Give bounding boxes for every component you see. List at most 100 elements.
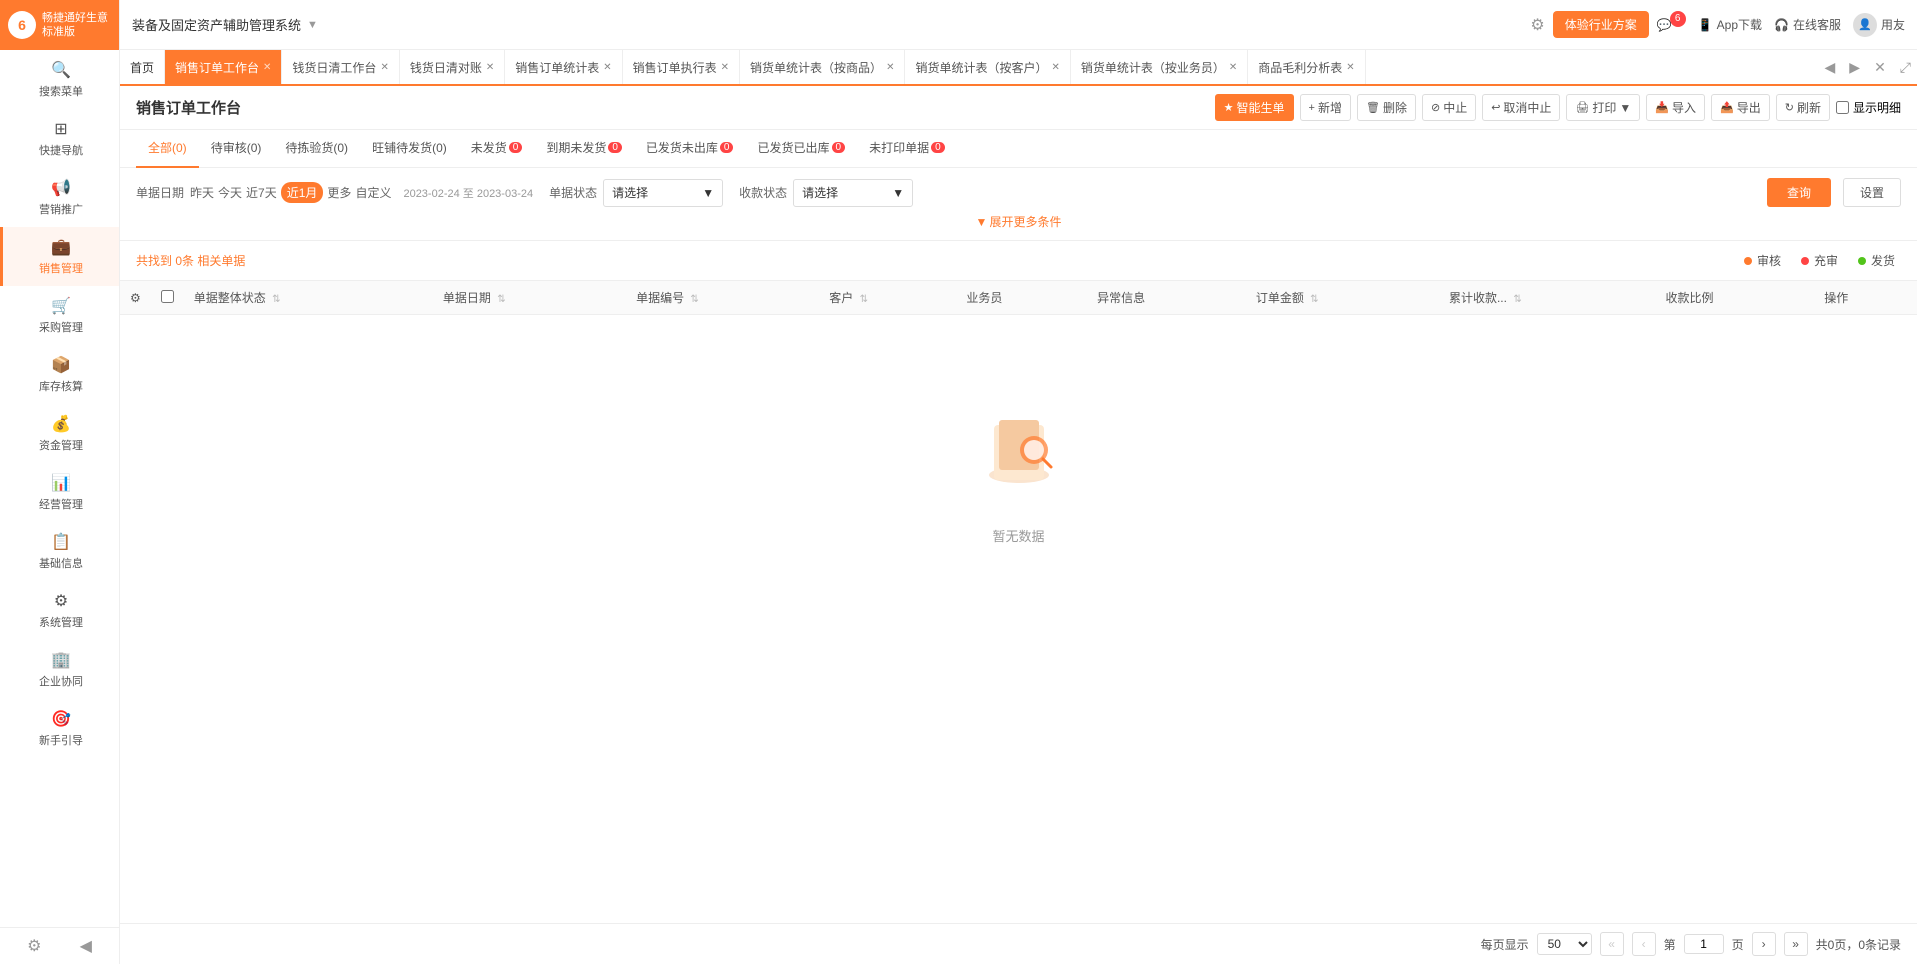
last-page-btn[interactable]: » — [1784, 932, 1808, 956]
sidebar-item-operations[interactable]: 📊 经营管理 — [0, 463, 119, 522]
delete-btn[interactable]: 🗑 删除 — [1357, 94, 1416, 121]
tab-close-icon[interactable]: ✕ — [380, 62, 388, 73]
import-btn[interactable]: 📥 导入 — [1646, 94, 1705, 121]
page-input[interactable] — [1684, 934, 1724, 954]
tab-close-icon[interactable]: ✕ — [263, 62, 271, 73]
tab-maximize-btn[interactable]: ⤢ — [1894, 50, 1917, 85]
first-page-btn[interactable]: « — [1600, 932, 1624, 956]
7days-btn[interactable]: 近7天 — [246, 184, 277, 201]
col-collected[interactable]: 累计收款... ⇅ — [1439, 281, 1655, 315]
date-search-item: 单据日期 昨天 今天 近7天 近1月 更多 自定义 2023-02-24 至 2… — [136, 182, 533, 203]
online-service-btn[interactable]: 🎧 在线客服 — [1774, 16, 1841, 33]
unreviewed-action-btn[interactable]: 充审 — [1795, 249, 1844, 272]
settings-bottom-btn[interactable]: ⚙ — [27, 936, 41, 956]
export-btn[interactable]: 📤 导出 — [1711, 94, 1770, 121]
prev-page-btn[interactable]: ‹ — [1632, 932, 1656, 956]
tab-sales-stats-product[interactable]: 销货单统计表（按商品） ✕ — [740, 50, 905, 85]
show-detail-input[interactable] — [1836, 101, 1849, 114]
sidebar-item-basic[interactable]: 📋 基础信息 — [0, 522, 119, 581]
industry-btn[interactable]: 体验行业方案 — [1553, 11, 1649, 38]
filter-tab-shipped-not-out[interactable]: 已发货未出库 0 — [634, 130, 746, 168]
per-page-label: 每页显示 — [1481, 936, 1529, 953]
sidebar-item-enterprise[interactable]: 🏢 企业协同 — [0, 640, 119, 699]
set-btn[interactable]: 设置 — [1843, 178, 1901, 207]
tab-close-icon[interactable]: ✕ — [1229, 62, 1237, 73]
logo-icon: 6 — [8, 11, 36, 39]
sort-icon: ⇅ — [272, 294, 280, 305]
table-header-row: ⚙ 单据整体状态 ⇅ 单据日期 ⇅ 单据编号 ⇅ — [120, 281, 1917, 315]
tab-sales-stats-staff[interactable]: 销货单统计表（按业务员） ✕ — [1071, 50, 1248, 85]
per-page-select[interactable]: 50 100 200 — [1537, 933, 1592, 955]
more-btn[interactable]: 更多 — [327, 184, 351, 201]
query-btn[interactable]: 查询 — [1767, 178, 1831, 207]
refresh-btn[interactable]: ↻ 刷新 — [1776, 94, 1830, 121]
tab-close-icon[interactable]: ✕ — [1346, 62, 1354, 73]
show-detail-checkbox[interactable]: 显示明细 — [1836, 99, 1901, 116]
tab-prev-btn[interactable]: ◀ — [1819, 50, 1842, 85]
basic-icon: 📋 — [51, 532, 71, 552]
custom-btn[interactable]: 自定义 — [355, 184, 391, 201]
tab-close-icon[interactable]: ✕ — [486, 62, 494, 73]
sidebar-item-search[interactable]: 🔍 搜索菜单 — [0, 50, 119, 109]
col-checkbox — [151, 281, 184, 315]
message-btn[interactable]: 💬 6 — [1657, 17, 1686, 33]
expand-btn[interactable]: ▼ 展开更多条件 — [976, 213, 1062, 230]
tab-close-icon[interactable]: ✕ — [603, 62, 611, 73]
filter-tab-wangpu[interactable]: 旺铺待发货 (0) — [360, 130, 459, 168]
filter-tab-not-printed[interactable]: 未打印单据 0 — [857, 130, 957, 168]
tab-close-all-btn[interactable]: ✕ — [1868, 50, 1892, 85]
sidebar-item-purchase[interactable]: 🛒 采购管理 — [0, 286, 119, 345]
col-date[interactable]: 单据日期 ⇅ — [433, 281, 626, 315]
user-btn[interactable]: 👤 用友 — [1853, 13, 1905, 37]
app-download-btn[interactable]: 📱 App下载 — [1698, 16, 1762, 33]
tab-sales-order-stats[interactable]: 销售订单统计表 ✕ — [505, 50, 622, 85]
today-btn[interactable]: 今天 — [218, 184, 242, 201]
sidebar-item-system[interactable]: ⚙ 系统管理 — [0, 581, 119, 640]
col-customer[interactable]: 客户 ⇅ — [819, 281, 956, 315]
col-number[interactable]: 单据编号 ⇅ — [626, 281, 819, 315]
collapse-btn[interactable]: ◀ — [80, 936, 92, 956]
add-btn[interactable]: + 新增 — [1300, 94, 1351, 121]
filter-tab-expired[interactable]: 到期未发货 0 — [534, 130, 634, 168]
stop-btn[interactable]: ⊘ 中止 — [1422, 94, 1476, 121]
col-amount[interactable]: 订单金额 ⇅ — [1246, 281, 1439, 315]
cancel-stop-btn[interactable]: ↩ 取消中止 — [1482, 94, 1560, 121]
payment-select[interactable]: 请选择 ▼ — [793, 179, 913, 207]
ship-action-btn[interactable]: 发货 — [1852, 249, 1901, 272]
tab-cash-daily[interactable]: 钱货日清工作台 ✕ — [282, 50, 399, 85]
next-page-btn[interactable]: › — [1752, 932, 1776, 956]
column-settings-icon[interactable]: ⚙ — [130, 291, 141, 305]
green-dot — [1858, 257, 1866, 265]
sidebar-item-sales[interactable]: 💼 销售管理 — [0, 227, 119, 286]
gear-button[interactable]: ⚙ — [1530, 15, 1544, 35]
tab-sales-stats-customer[interactable]: 销货单统计表（按客户） ✕ — [905, 50, 1070, 85]
tab-cash-reconcile[interactable]: 钱货日清对账 ✕ — [400, 50, 505, 85]
sidebar-item-guide[interactable]: 🎯 新手引导 — [0, 699, 119, 758]
filter-tab-pending-inspect[interactable]: 待拣验货 (0) — [273, 130, 360, 168]
tab-close-icon[interactable]: ✕ — [721, 62, 729, 73]
tab-product-margin[interactable]: 商品毛利分析表 ✕ — [1248, 50, 1365, 85]
filter-tab-all[interactable]: 全部 (0) — [136, 130, 199, 168]
yesterday-btn[interactable]: 昨天 — [190, 184, 214, 201]
review-action-btn[interactable]: 审核 — [1738, 249, 1787, 272]
tab-next-btn[interactable]: ▶ — [1843, 50, 1866, 85]
print-btn[interactable]: 🖨 打印 ▼ — [1566, 94, 1640, 121]
filter-tab-not-shipped[interactable]: 未发货 0 — [459, 130, 535, 168]
tab-sales-order-exec[interactable]: 销售订单执行表 ✕ — [623, 50, 740, 85]
tab-sales-workbench[interactable]: 销售订单工作台 ✕ — [165, 50, 282, 85]
smart-gen-btn[interactable]: ★ 智能生单 — [1215, 94, 1294, 121]
finance-icon: 💰 — [51, 414, 71, 434]
sidebar-item-nav[interactable]: ⊞ 快捷导航 — [0, 109, 119, 168]
sidebar-item-finance[interactable]: 💰 资金管理 — [0, 404, 119, 463]
1month-btn[interactable]: 近1月 — [281, 182, 324, 203]
tab-close-icon[interactable]: ✕ — [1051, 62, 1059, 73]
select-all-checkbox[interactable] — [161, 290, 174, 303]
tab-close-icon[interactable]: ✕ — [886, 62, 894, 73]
filter-tab-pending-review[interactable]: 待审核 (0) — [199, 130, 274, 168]
sidebar-item-marketing[interactable]: 📢 营销推广 — [0, 168, 119, 227]
col-staff[interactable]: 业务员 — [956, 281, 1087, 315]
tab-home[interactable]: 首页 — [120, 50, 165, 85]
status-select[interactable]: 请选择 ▼ — [603, 179, 723, 207]
sidebar-item-inventory[interactable]: 📦 库存核算 — [0, 345, 119, 404]
filter-tab-shipped-out[interactable]: 已发货已出库 0 — [745, 130, 857, 168]
